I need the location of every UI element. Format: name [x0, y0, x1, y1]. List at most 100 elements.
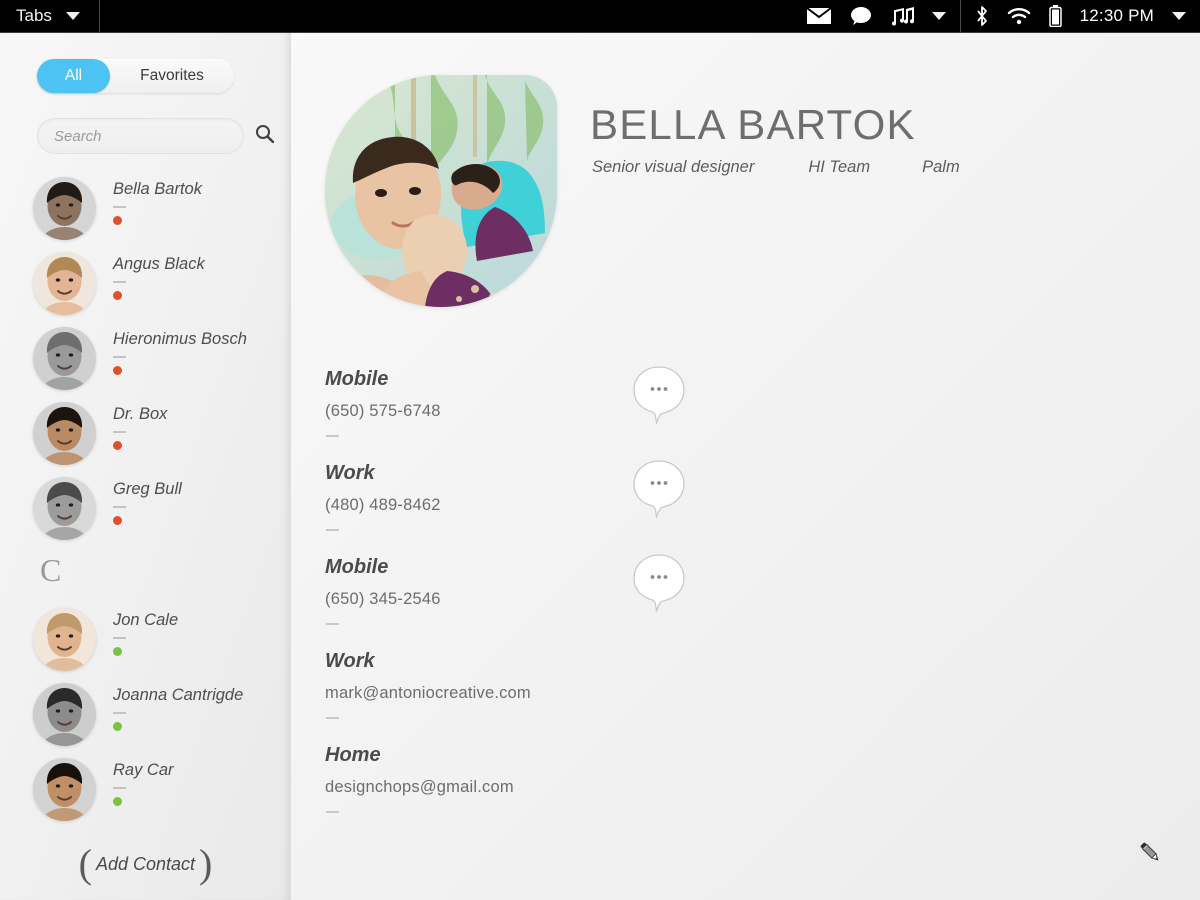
pencil-icon [1136, 838, 1164, 871]
avatar[interactable] [33, 177, 96, 240]
contact-detail-panel: BELLA BARTOK Senior visual designer HI T… [292, 33, 1200, 900]
avatar[interactable] [33, 252, 96, 315]
contact-name: Dr. Box [113, 405, 167, 424]
music-note-icon[interactable] [890, 6, 914, 26]
clock: 12:30 PM [1080, 6, 1154, 26]
chevron-down-icon [66, 12, 80, 20]
message-bubble-icon[interactable] [628, 456, 690, 518]
field-label: Work [325, 462, 375, 485]
add-contact-open-paren: ( [79, 844, 92, 884]
status-badge [113, 797, 122, 806]
add-contact-button[interactable]: ( Add Contact ) [0, 842, 291, 886]
field-divider-dash [326, 435, 339, 437]
tab-favorites[interactable]: Favorites [110, 59, 234, 93]
status-badge [113, 366, 122, 375]
avatar[interactable] [325, 75, 557, 307]
page-title: BELLA BARTOK [590, 101, 916, 149]
list-item[interactable]: Ray Car [0, 752, 291, 827]
field-label: Work [325, 650, 375, 673]
profile-org: Palm [922, 158, 960, 177]
search-box[interactable] [37, 118, 244, 154]
chevron-down-icon[interactable] [1172, 12, 1186, 20]
field-label: Mobile [325, 368, 388, 391]
message-bubble-icon[interactable] [628, 362, 690, 424]
avatar[interactable] [33, 327, 96, 390]
contact-field: Home designchops@gmail.com [325, 744, 1185, 838]
field-value[interactable]: (480) 489-8462 [325, 496, 441, 515]
field-value[interactable]: (650) 575-6748 [325, 402, 441, 421]
contact-divider-dash [113, 506, 126, 508]
list-item[interactable]: Dr. Box [0, 396, 291, 471]
field-value[interactable]: designchops@gmail.com [325, 778, 514, 797]
field-divider-dash [326, 623, 339, 625]
section-letter: C [40, 552, 61, 589]
contacts-sidebar: All Favorites Bella Bartok Angus Black Hie… [0, 33, 291, 900]
field-value[interactable]: mark@antoniocreative.com [325, 684, 531, 703]
status-bar: Tabs 12:30 PM [0, 0, 1200, 33]
chevron-down-icon[interactable] [932, 12, 946, 20]
contact-name: Bella Bartok [113, 180, 202, 199]
status-badge [113, 291, 122, 300]
contact-list[interactable]: Bella Bartok Angus Black Hieronimus Bosch D… [0, 171, 291, 861]
contact-name: Greg Bull [113, 480, 182, 499]
list-item[interactable]: Bella Bartok [0, 171, 291, 246]
app-window: All Favorites Bella Bartok Angus Black Hie… [0, 33, 1200, 900]
tab-all-label: All [65, 67, 82, 85]
section-header: C [0, 546, 291, 602]
contact-divider-dash [113, 431, 126, 433]
status-badge [113, 441, 122, 450]
envelope-icon[interactable] [806, 7, 832, 25]
contact-name: Angus Black [113, 255, 205, 274]
contact-fields: Mobile (650) 575-6748 Work (480) 489-8462 Mo… [325, 368, 1185, 838]
search-icon[interactable] [255, 124, 274, 148]
list-item[interactable]: Hieronimus Bosch [0, 321, 291, 396]
contact-divider-dash [113, 637, 126, 639]
add-contact-close-paren: ) [199, 844, 212, 884]
notification-icon-group [792, 0, 961, 33]
profile-team: HI Team [808, 158, 870, 177]
battery-icon[interactable] [1049, 5, 1062, 27]
profile-role: Senior visual designer [592, 158, 754, 177]
tab-all[interactable]: All [37, 59, 110, 93]
message-bubble-icon[interactable] [628, 550, 690, 612]
contact-divider-dash [113, 712, 126, 714]
field-divider-dash [326, 717, 339, 719]
tabs-button-label: Tabs [16, 6, 52, 26]
field-label: Mobile [325, 556, 388, 579]
contact-field: Work mark@antoniocreative.com [325, 650, 1185, 744]
contact-divider-dash [113, 356, 126, 358]
edit-button[interactable] [1132, 836, 1168, 872]
contact-divider-dash [113, 281, 126, 283]
status-badge [113, 216, 122, 225]
avatar[interactable] [33, 402, 96, 465]
wifi-icon[interactable] [1007, 7, 1031, 25]
field-divider-dash [326, 811, 339, 813]
contact-field: Mobile (650) 575-6748 [325, 368, 1185, 462]
system-icon-group: 12:30 PM [961, 0, 1200, 33]
avatar[interactable] [33, 608, 96, 671]
contact-field: Work (480) 489-8462 [325, 462, 1185, 556]
avatar[interactable] [33, 683, 96, 746]
bluetooth-icon[interactable] [975, 5, 989, 27]
contact-name: Hieronimus Bosch [113, 330, 247, 349]
contact-name: Jon Cale [113, 611, 178, 630]
tab-favorites-label: Favorites [140, 67, 204, 85]
sidebar-filter-tabs: All Favorites [37, 59, 234, 93]
field-value[interactable]: (650) 345-2546 [325, 590, 441, 609]
field-divider-dash [326, 529, 339, 531]
contact-divider-dash [113, 787, 126, 789]
list-item[interactable]: Jon Cale [0, 602, 291, 677]
contact-name: Ray Car [113, 761, 174, 780]
tabs-button[interactable]: Tabs [0, 0, 100, 33]
contact-name: Joanna Cantrigde [113, 686, 243, 705]
add-contact-label: Add Contact [96, 854, 195, 875]
list-item[interactable]: Angus Black [0, 246, 291, 321]
avatar[interactable] [33, 758, 96, 821]
list-item[interactable]: Greg Bull [0, 471, 291, 546]
status-badge [113, 516, 122, 525]
search-input[interactable] [54, 128, 255, 145]
list-item[interactable]: Joanna Cantrigde [0, 677, 291, 752]
chat-bubble-icon[interactable] [850, 6, 872, 26]
field-label: Home [325, 744, 381, 767]
avatar[interactable] [33, 477, 96, 540]
